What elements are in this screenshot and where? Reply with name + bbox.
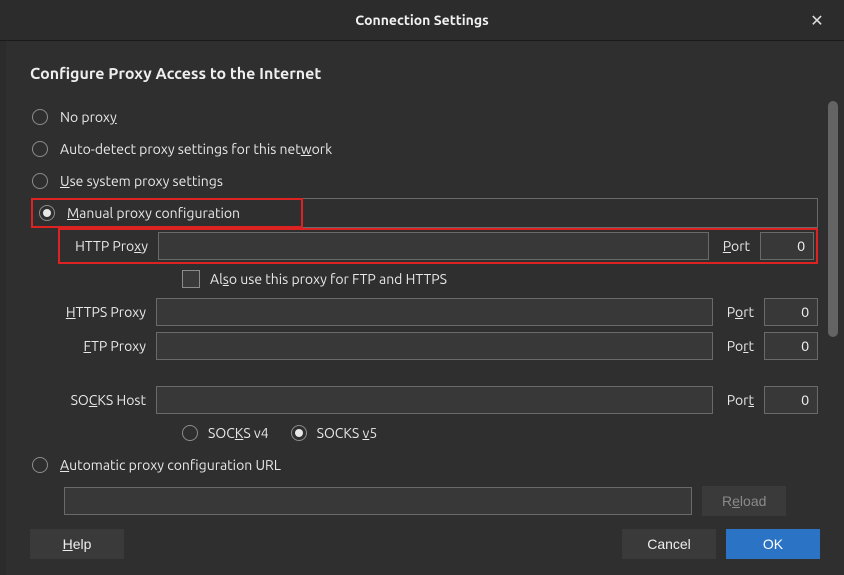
https-proxy-host-input[interactable] xyxy=(156,298,713,326)
radio-icon xyxy=(291,425,307,441)
http-proxy-host-input[interactable] xyxy=(158,232,709,260)
socks-port-input[interactable] xyxy=(764,386,818,414)
radio-label: Manual proxy configuration xyxy=(67,205,240,221)
socks-version-group: SOCKS v4 SOCKS v5 xyxy=(182,417,818,449)
dialog-content: Configure Proxy Access to the Internet N… xyxy=(6,41,844,575)
radio-icon xyxy=(32,457,48,473)
radio-auto-detect[interactable]: Auto-detect proxy settings for this netw… xyxy=(30,133,818,165)
auto-config-url-row: Reload xyxy=(64,481,818,521)
auto-config-url-input[interactable] xyxy=(64,487,692,515)
cancel-button[interactable]: Cancel xyxy=(622,529,716,559)
http-proxy-row: HTTP Proxy Port xyxy=(60,229,818,263)
https-proxy-row: HTTPS Proxy Port xyxy=(60,295,818,329)
radio-system-proxy[interactable]: Use system proxy settings xyxy=(30,165,818,197)
radio-socks-v4[interactable]: SOCKS v4 xyxy=(182,425,269,441)
radio-icon xyxy=(32,173,48,189)
radio-no-proxy[interactable]: No proxy xyxy=(30,101,818,133)
radio-label: SOCKS v5 xyxy=(317,425,378,441)
radio-icon xyxy=(32,109,48,125)
scrollbar-thumb[interactable] xyxy=(828,101,838,337)
ok-button[interactable]: OK xyxy=(726,529,820,559)
also-use-checkbox[interactable] xyxy=(182,270,200,288)
http-proxy-port-label: Port xyxy=(715,238,754,254)
ftp-proxy-port-label: Port xyxy=(719,338,758,354)
radio-label: Automatic proxy configuration URL xyxy=(60,457,281,473)
radio-manual-proxy-focusring: Manual proxy configuration xyxy=(32,198,818,228)
radio-icon xyxy=(182,425,198,441)
https-proxy-port-input[interactable] xyxy=(764,298,818,326)
radio-socks-v5[interactable]: SOCKS v5 xyxy=(291,425,378,441)
radio-label: Auto-detect proxy settings for this netw… xyxy=(60,141,332,157)
radio-icon xyxy=(32,141,48,157)
close-button[interactable]: ✕ xyxy=(800,0,834,40)
radio-manual-proxy[interactable]: Manual proxy configuration xyxy=(31,198,303,228)
https-proxy-port-label: Port xyxy=(719,304,758,320)
help-button[interactable]: Help xyxy=(30,529,124,559)
also-use-label: Also use this proxy for FTP and HTTPS xyxy=(210,271,447,287)
ftp-proxy-row: FTP Proxy Port xyxy=(60,329,818,363)
also-use-row[interactable]: Also use this proxy for FTP and HTTPS xyxy=(182,263,818,295)
http-proxy-port-input[interactable] xyxy=(760,232,814,260)
dialog-footer: Help Cancel OK xyxy=(30,529,820,559)
socks-host-input[interactable] xyxy=(156,386,713,414)
http-proxy-label: HTTP Proxy xyxy=(62,238,152,254)
radio-label: Use system proxy settings xyxy=(60,173,223,189)
http-proxy-highlight: HTTP Proxy Port xyxy=(58,228,818,264)
socks-host-row: SOCKS Host Port xyxy=(60,383,818,417)
radio-auto-config-url[interactable]: Automatic proxy configuration URL xyxy=(30,449,818,481)
radio-label: SOCKS v4 xyxy=(208,425,269,441)
https-proxy-label: HTTPS Proxy xyxy=(60,304,150,320)
radio-manual-proxy-row: Manual proxy configuration xyxy=(30,197,818,229)
reload-button[interactable]: Reload xyxy=(702,486,786,516)
socks-host-label: SOCKS Host xyxy=(60,392,150,408)
manual-fields: HTTP Proxy Port Also use this proxy for … xyxy=(60,229,818,449)
radio-icon xyxy=(39,205,55,221)
titlebar: Connection Settings ✕ xyxy=(0,0,844,41)
window-title: Connection Settings xyxy=(355,12,488,28)
section-heading: Configure Proxy Access to the Internet xyxy=(30,65,818,83)
ftp-proxy-label: FTP Proxy xyxy=(60,338,150,354)
ftp-proxy-host-input[interactable] xyxy=(156,332,713,360)
ftp-proxy-port-input[interactable] xyxy=(764,332,818,360)
radio-label: No proxy xyxy=(60,109,117,125)
socks-port-label: Port xyxy=(719,392,758,408)
scroll-area: Configure Proxy Access to the Internet N… xyxy=(30,65,818,525)
close-icon: ✕ xyxy=(810,11,823,30)
